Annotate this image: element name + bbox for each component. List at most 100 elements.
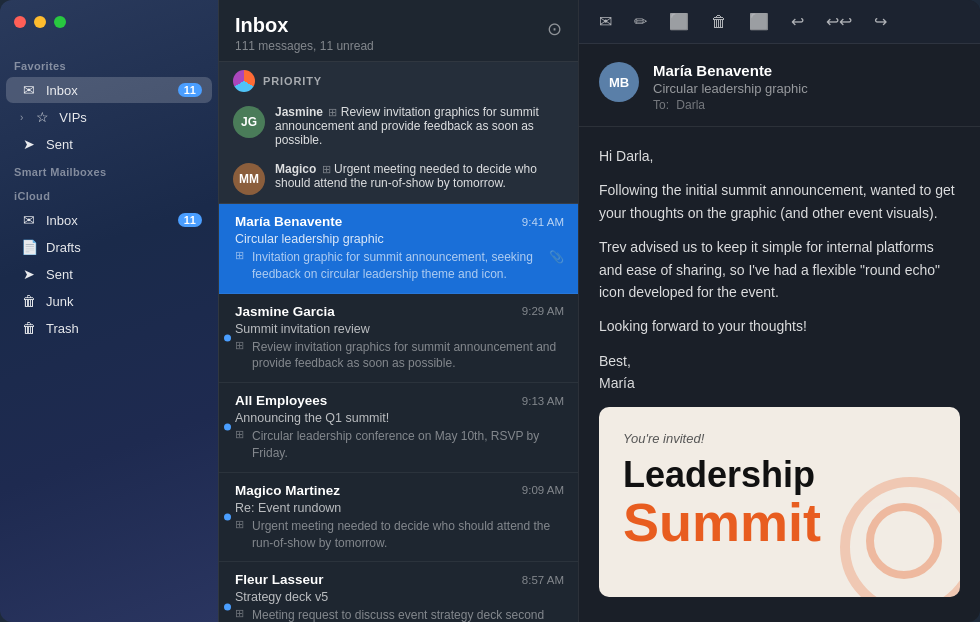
message-sender: Fleur Lasseur [235,572,324,587]
sender-avatar: MB [599,62,639,102]
message-list: Inbox 111 messages, 11 unread ⊙ PRIORITY… [218,0,578,622]
inbox-icon: ✉ [20,82,38,98]
priority-sender: Jasmine ⊞ Review invitation graphics for… [275,105,564,147]
email-paragraph-2: Trev advised us to keep it simple for in… [599,236,960,303]
email-header: MB María Benavente Circular leadership g… [579,44,980,127]
message-subject: Announcing the Q1 summit! [235,411,564,425]
inbox-badge: 11 [178,83,202,97]
message-time: 8:57 AM [522,574,564,586]
forward-icon[interactable]: ↪ [870,8,891,35]
email-header-info: María Benavente Circular leadership grap… [653,62,960,112]
unread-dot [224,334,231,341]
email-from-name: María Benavente [653,62,960,79]
icloud-label: iCloud [0,182,218,206]
sidebar: Favorites ✉ Inbox 11 › ☆ VIPs ➤ Sent Sma… [0,0,218,622]
message-subject: Re: Event rundown [235,501,564,515]
chevron-icon: › [20,112,23,123]
sidebar-item-trash[interactable]: 🗑 Trash [6,315,212,341]
icloud-inbox-badge: 11 [178,213,202,227]
message-list-title: Inbox [235,14,374,37]
close-button[interactable] [14,16,26,28]
priority-label: PRIORITY [263,75,322,87]
delete-icon[interactable]: 🗑 [707,9,731,35]
attachment-preview[interactable]: You're invited! Leadership Summit [599,407,960,597]
sidebar-item-icloud-inbox[interactable]: ✉ Inbox 11 [6,207,212,233]
invite-label: You're invited! [623,429,936,450]
email-subject: Circular leadership graphic [653,81,960,96]
preview-icon: ⊞ [235,249,244,262]
message-preview: Invitation graphic for summit announceme… [252,249,545,283]
priority-section: PRIORITY JG Jasmine ⊞ Review invitation … [219,62,578,204]
sidebar-item-label: Sent [46,267,73,282]
sidebar-item-junk[interactable]: 🗑 Junk [6,288,212,314]
archive-icon[interactable]: ⬜ [665,8,693,35]
message-item[interactable]: María Benavente 9:41 AM Circular leaders… [219,204,578,294]
reply-icon[interactable]: ↩ [787,8,808,35]
reply-all-icon[interactable]: ↩↩ [822,8,856,35]
message-subject: Strategy deck v5 [235,590,564,604]
sidebar-item-label: Sent [46,137,73,152]
email-body: Hi Darla, Following the initial summit a… [579,127,980,622]
message-time: 9:41 AM [522,216,564,228]
unread-dot [224,603,231,610]
sidebar-item-drafts[interactable]: 📄 Drafts [6,234,212,260]
email-paragraph-1: Following the initial summit announcemen… [599,179,960,224]
message-item[interactable]: Jasmine Garcia 9:29 AM Summit invitation… [219,294,578,384]
compose-icon[interactable]: ✏ [630,8,651,35]
folder-icon[interactable]: ⬜ [745,8,773,35]
envelope-icon[interactable]: ✉ [595,8,616,35]
invite-title-line1: Leadership [623,455,936,495]
message-item[interactable]: Fleur Lasseur 8:57 AM Strategy deck v5 ⊞… [219,562,578,622]
message-subject: Summit invitation review [235,322,564,336]
message-item[interactable]: Magico Martinez 9:09 AM Re: Event rundow… [219,473,578,563]
sidebar-item-label: Drafts [46,240,81,255]
message-preview: Meeting request to discuss event strateg… [252,607,564,622]
filter-icon[interactable]: ⊙ [547,18,562,40]
invite-circle-decoration [864,501,944,581]
unread-dot [224,514,231,521]
message-sender: María Benavente [235,214,342,229]
sidebar-content: Favorites ✉ Inbox 11 › ☆ VIPs ➤ Sent Sma… [0,44,218,622]
email-sign: Best, María [599,350,960,395]
attachment-inner: You're invited! Leadership Summit [599,407,960,597]
maximize-button[interactable] [54,16,66,28]
sidebar-item-label: Inbox [46,83,78,98]
message-preview: Urgent meeting needed to decide who shou… [252,518,564,552]
preview-icon: ⊞ [235,339,244,352]
message-sender: Magico Martinez [235,483,340,498]
sidebar-item-label: Trash [46,321,79,336]
message-time: 9:09 AM [522,484,564,496]
priority-email-jasmine[interactable]: JG Jasmine ⊞ Review invitation graphics … [219,98,578,155]
attachment-icon: 📎 [549,250,564,264]
message-items: María Benavente 9:41 AM Circular leaders… [219,204,578,622]
email-toolbar: ✉ ✏ ⬜ 🗑 ⬜ ↩ ↩↩ ↪ [579,0,980,44]
preview-icon: ⊞ [235,428,244,441]
priority-sender: Magico ⊞ Urgent meeting needed to decide… [275,162,564,190]
avatar: JG [233,106,265,138]
sent-icon: ➤ [20,136,38,152]
message-item[interactable]: All Employees 9:13 AM Announcing the Q1 … [219,383,578,473]
preview-icon: ⊞ [235,518,244,531]
sidebar-item-inbox[interactable]: ✉ Inbox 11 [6,77,212,103]
vips-icon: ☆ [33,109,51,125]
priority-email-content: Magico ⊞ Urgent meeting needed to decide… [275,162,564,190]
drafts-icon: 📄 [20,239,38,255]
email-paragraph-3: Looking forward to your thoughts! [599,315,960,337]
priority-email-magico[interactable]: MM Magico ⊞ Urgent meeting needed to dec… [219,155,578,203]
sidebar-item-icloud-sent[interactable]: ➤ Sent [6,261,212,287]
favorites-section-label: Favorites [0,52,218,76]
svg-point-0 [870,507,938,575]
app-window: Favorites ✉ Inbox 11 › ☆ VIPs ➤ Sent Sma… [0,0,980,622]
message-list-header: Inbox 111 messages, 11 unread ⊙ [219,0,578,62]
sent2-icon: ➤ [20,266,38,282]
sidebar-item-sent[interactable]: ➤ Sent [6,131,212,157]
sidebar-item-label: VIPs [59,110,86,125]
minimize-button[interactable] [34,16,46,28]
invite-title-line2: Summit [623,495,936,549]
preview-icon: ⊞ [235,607,244,620]
sidebar-item-vips[interactable]: › ☆ VIPs [6,104,212,130]
priority-header: PRIORITY [219,62,578,98]
titlebar [0,0,218,44]
message-time: 9:13 AM [522,395,564,407]
email-detail: ✉ ✏ ⬜ 🗑 ⬜ ↩ ↩↩ ↪ MB María Benavente Circ… [578,0,980,622]
